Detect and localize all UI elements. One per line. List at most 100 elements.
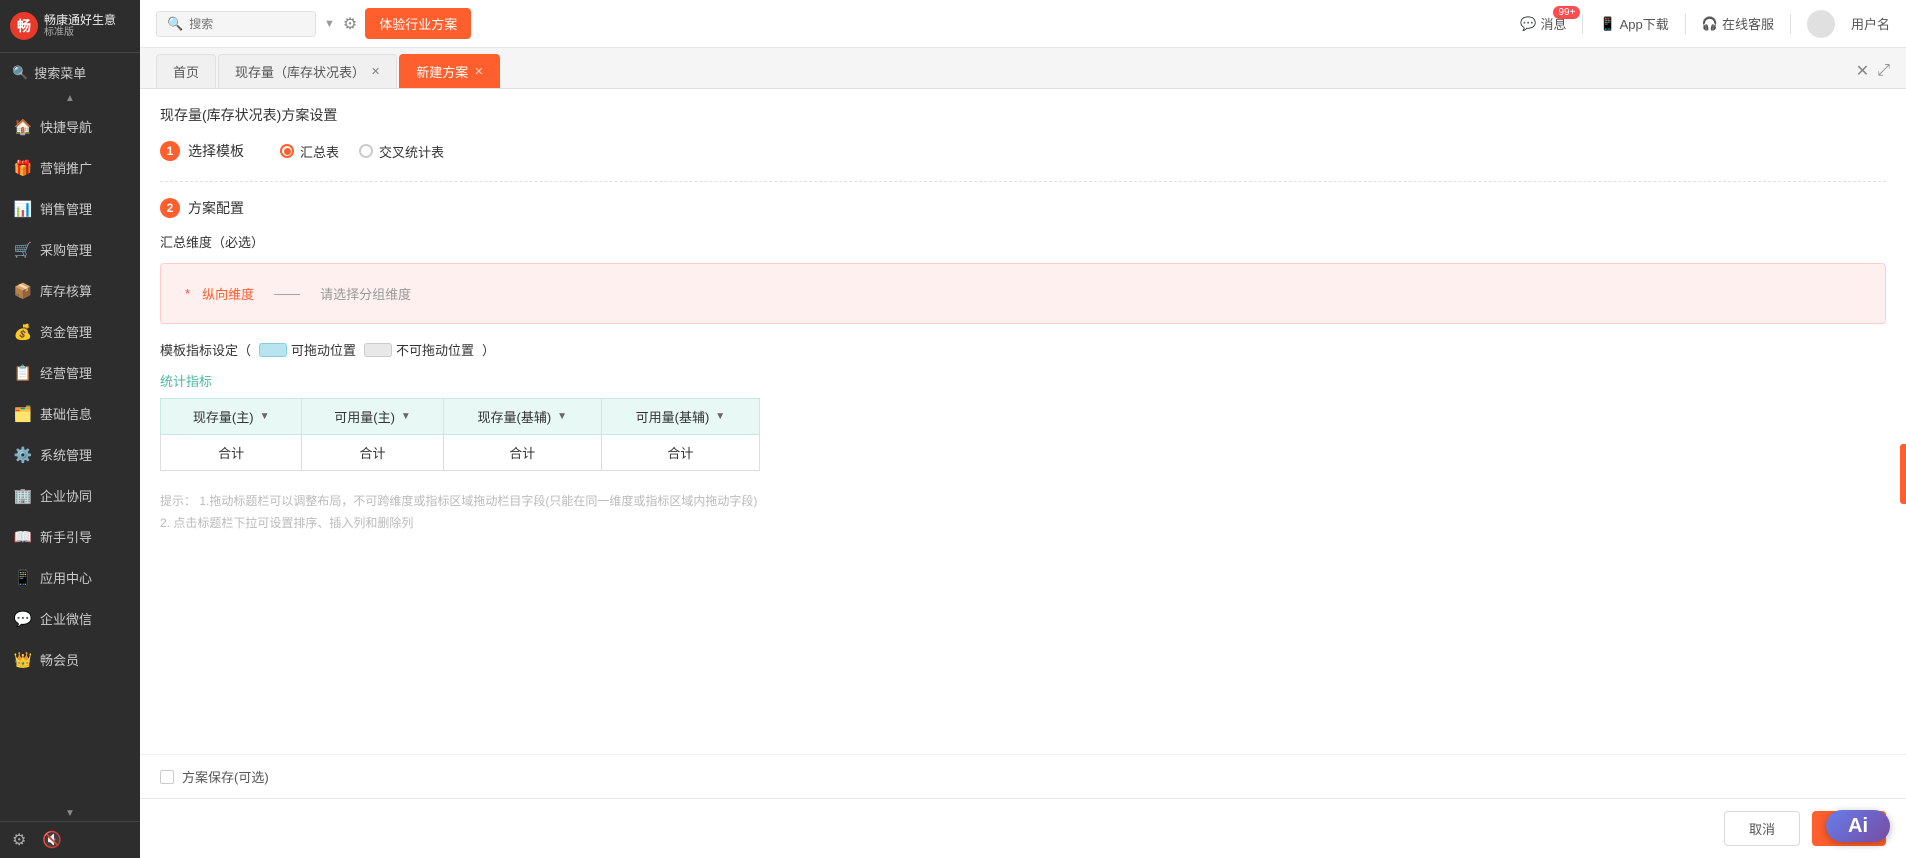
dimension-placeholder: 请选择分组维度 — [320, 284, 411, 303]
radio-summary-inner — [284, 148, 291, 155]
membership-icon: 👑 — [14, 651, 32, 669]
app-download-icon: 📱 — [1599, 16, 1615, 32]
sidebar-item-purchase[interactable]: 🛒 采购管理 — [0, 229, 140, 270]
sidebar-item-wechat-label: 企业微信 — [40, 609, 92, 628]
guide-icon: 📖 — [14, 528, 32, 546]
sidebar: 畅 畅康通好生意 标准版 🔍 搜索菜单 ▲ 🏠 快捷导航 🎁 营销推广 📊 销售… — [0, 0, 140, 858]
user-name-label[interactable]: 用户名 — [1851, 14, 1890, 33]
sidebar-item-basic[interactable]: 🗂️ 基础信息 — [0, 393, 140, 434]
sidebar-item-inventory[interactable]: 📦 库存核算 — [0, 270, 140, 311]
draggable-label: 可拖动位置 — [291, 340, 356, 359]
cell-stock-aux-sub: 合计 — [443, 435, 601, 471]
online-service-button[interactable]: 🎧 在线客服 — [1702, 14, 1774, 33]
scroll-down-icon[interactable]: ▼ — [65, 807, 75, 821]
col-available-aux-label: 可用量(基辅) — [636, 407, 710, 426]
sidebar-item-basic-label: 基础信息 — [40, 404, 92, 423]
col-available-main-chevron[interactable]: ▼ — [401, 411, 411, 422]
save-checkbox[interactable] — [160, 770, 174, 784]
dimension-label: 纵向维度 — [202, 284, 254, 303]
col-stock-main-chevron[interactable]: ▼ — [260, 411, 270, 422]
messages-button[interactable]: 💬 消息 99+ — [1520, 14, 1566, 33]
sidebar-item-wechat[interactable]: 💬 企业微信 — [0, 598, 140, 639]
sidebar-item-appstore[interactable]: 📱 应用中心 — [0, 557, 140, 598]
indicators-close: ） — [482, 340, 495, 359]
sidebar-scroll-up[interactable]: ▲ — [0, 92, 140, 106]
sidebar-item-guide[interactable]: 📖 新手引导 — [0, 516, 140, 557]
topbar-chevron-icon[interactable]: ▼ — [324, 18, 335, 30]
system-icon: ⚙️ — [14, 446, 32, 464]
topbar-gear-icon[interactable]: ⚙ — [343, 14, 357, 34]
indicators-setting: 模板指标设定（ 可拖动位置 不可拖动位置 ） — [160, 340, 1886, 359]
sound-icon[interactable]: 🔇 — [42, 830, 62, 850]
app-download-button[interactable]: 📱 App下载 — [1599, 14, 1668, 33]
sidebar-item-appstore-label: 应用中心 — [40, 568, 92, 587]
sidebar-logo: 畅 畅康通好生意 标准版 — [0, 0, 140, 53]
tab-new-plan-close[interactable]: ✕ — [474, 65, 483, 78]
sidebar-scroll-down[interactable]: ▼ — [0, 807, 140, 821]
content-area: 现存量(库存状况表)方案设置 1 选择模板 汇总表 — [140, 89, 1906, 858]
settings-icon[interactable]: ⚙ — [12, 830, 26, 850]
search-input[interactable] — [189, 17, 289, 31]
sidebar-item-membership[interactable]: 👑 畅会员 — [0, 639, 140, 680]
sidebar-nav: 🏠 快捷导航 🎁 营销推广 📊 销售管理 🛒 采购管理 📦 库存核算 💰 资金管… — [0, 106, 140, 807]
sidebar-item-operation-label: 经营管理 — [40, 363, 92, 382]
tab-inventory-status-close[interactable]: ✕ — [371, 65, 380, 78]
sidebar-item-finance[interactable]: 💰 资金管理 — [0, 311, 140, 352]
divider-step1-step2 — [160, 181, 1886, 182]
radio-summary[interactable]: 汇总表 — [280, 142, 339, 161]
col-stock-aux[interactable]: 现存量(基辅) ▼ — [443, 399, 601, 435]
user-avatar[interactable] — [1807, 10, 1835, 38]
step1-title: 选择模板 — [188, 141, 244, 161]
service-icon: 🎧 — [1702, 16, 1718, 32]
sidebar-item-system[interactable]: ⚙️ 系统管理 — [0, 434, 140, 475]
sidebar-item-quicknav[interactable]: 🏠 快捷导航 — [0, 106, 140, 147]
stats-table-header-row: 现存量(主) ▼ 可用量(主) ▼ — [161, 399, 760, 435]
cancel-button[interactable]: 取消 — [1724, 811, 1800, 846]
sidebar-item-marketing[interactable]: 🎁 营销推广 — [0, 147, 140, 188]
col-available-aux[interactable]: 可用量(基辅) ▼ — [601, 399, 759, 435]
tabbar: 首页 现存量（库存状况表） ✕ 新建方案 ✕ ✕ ⤢ — [140, 48, 1906, 89]
basic-icon: 🗂️ — [14, 405, 32, 423]
app-name: 畅康通好生意 — [44, 13, 116, 27]
radio-cross[interactable]: 交叉统计表 — [359, 142, 444, 161]
sidebar-item-membership-label: 畅会员 — [40, 650, 79, 669]
sidebar-item-operation[interactable]: 📋 经营管理 — [0, 352, 140, 393]
stats-table-body-row: 合计 合计 合计 合计 — [161, 435, 760, 471]
scroll-up-icon[interactable]: ▲ — [65, 92, 75, 106]
right-panel-indicator[interactable] — [1900, 444, 1906, 504]
expand-window-icon[interactable]: ⤢ — [1877, 62, 1890, 80]
col-stock-main[interactable]: 现存量(主) ▼ — [161, 399, 302, 435]
tab-home[interactable]: 首页 — [156, 54, 216, 88]
trial-button[interactable]: 体验行业方案 — [365, 8, 471, 39]
radio-cross-label: 交叉统计表 — [379, 142, 444, 161]
close-window-icon[interactable]: ✕ — [1856, 61, 1869, 81]
step1-badge: 1 — [160, 141, 180, 161]
col-stock-aux-chevron[interactable]: ▼ — [557, 411, 567, 422]
sidebar-item-sales[interactable]: 📊 销售管理 — [0, 188, 140, 229]
window-controls: ✕ ⤢ — [1856, 61, 1890, 81]
draggable-swatch — [259, 343, 287, 357]
tab-inventory-status[interactable]: 现存量（库存状况表） ✕ — [218, 54, 397, 88]
sidebar-item-guide-label: 新手引导 — [40, 527, 92, 546]
sidebar-item-enterprise[interactable]: 🏢 企业协同 — [0, 475, 140, 516]
tab-home-label: 首页 — [173, 62, 199, 81]
finance-icon: 💰 — [14, 323, 32, 341]
quicknav-icon: 🏠 — [14, 118, 32, 136]
sidebar-search[interactable]: 🔍 搜索菜单 — [0, 53, 140, 92]
topbar-search-box[interactable]: 🔍 — [156, 11, 316, 37]
col-available-aux-chevron[interactable]: ▼ — [715, 411, 725, 422]
divider-2 — [1685, 14, 1686, 34]
tab-new-plan[interactable]: 新建方案 ✕ — [399, 54, 500, 88]
col-available-main[interactable]: 可用量(主) ▼ — [302, 399, 443, 435]
sidebar-search-label: 搜索菜单 — [34, 63, 86, 82]
step2-title: 方案配置 — [188, 198, 244, 218]
topbar-right: 💬 消息 99+ 📱 App下载 🎧 在线客服 用户名 — [1520, 10, 1890, 38]
non-draggable-swatch — [364, 343, 392, 357]
dimension-area[interactable]: * 纵向维度 —— 请选择分组维度 — [160, 263, 1886, 324]
cell-stock-main-sub: 合计 — [161, 435, 302, 471]
tip-1: 提示： 1.拖动标题栏可以调整布局，不可跨维度或指标区域拖动栏目字段(只能在同一… — [160, 491, 1886, 513]
cell-available-main-sub: 合计 — [302, 435, 443, 471]
ai-badge[interactable]: Ai — [1826, 810, 1890, 842]
sidebar-item-finance-label: 资金管理 — [40, 322, 92, 341]
tab-inventory-status-label: 现存量（库存状况表） — [235, 62, 365, 81]
